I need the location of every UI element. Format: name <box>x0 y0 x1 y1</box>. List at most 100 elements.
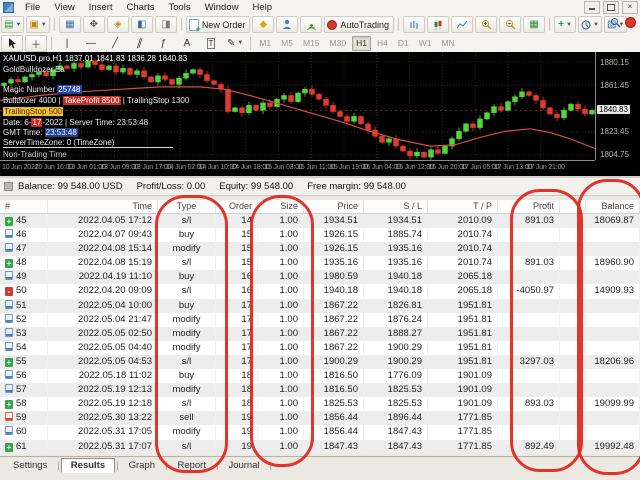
tile-windows-button[interactable]: ▦ <box>523 16 546 33</box>
search-icon[interactable] <box>610 17 621 28</box>
price-axis[interactable]: 1880.15 1861.45 1823.45 1804.75 1840.83 <box>595 52 640 160</box>
column-header-tp: T / P <box>428 200 498 213</box>
zoom-out-button[interactable] <box>499 16 522 33</box>
tab-journal[interactable]: Journal <box>219 459 268 472</box>
table-row[interactable]: 60 2022.05.31 17:05 modify 19 1.00 1856.44 184… <box>0 425 640 440</box>
table-row[interactable]: 53 2022.05.05 02:50 modify 17 1.00 1867.22 188… <box>0 326 640 341</box>
trendline-tool-button[interactable]: ╱ <box>104 35 126 52</box>
profit-cell <box>498 326 560 341</box>
timeframe-m1-button[interactable]: M1 <box>255 36 275 51</box>
table-row[interactable]: 47 2022.04.08 15:14 modify 15 1.00 1926.15 193… <box>0 242 640 257</box>
table-row[interactable]: +55 2022.05.05 04:53 s/l 17 1.00 1900.29 1900.… <box>0 354 640 370</box>
trade-doc-icon <box>5 271 13 281</box>
table-row[interactable]: 57 2022.05.19 12:13 modify 18 1.00 1816.50 182… <box>0 383 640 398</box>
time-cell: 2022.05.05 04:40 <box>48 340 158 355</box>
timeframe-mn-button[interactable]: MN <box>437 36 458 51</box>
timeframe-m15-button[interactable]: M15 <box>299 36 324 51</box>
table-row[interactable]: +61 2022.05.31 17:07 s/l 19 1.00 1847.43 1847.… <box>0 439 640 454</box>
type-cell: s/l <box>158 284 216 299</box>
order-cell: 18 <box>216 383 258 398</box>
indicators-button[interactable]: + ▼ <box>554 16 577 33</box>
metaeditor-icon: ◆ <box>259 18 268 30</box>
size-cell: 1.00 <box>258 369 304 384</box>
new-chart-button[interactable]: ▤ ▼ <box>1 16 25 33</box>
market-watch-button[interactable]: ▦ <box>58 16 81 33</box>
table-row[interactable]: 49 2022.04.19 11:10 buy 16 1.00 1980.59 1940.1… <box>0 270 640 285</box>
table-row[interactable]: 46 2022.04.07 09:43 buy 15 1.00 1926.15 1885.7… <box>0 228 640 243</box>
price-chart[interactable]: XAUUSD.pro,H1 1837.01 1841.83 1836.28 18… <box>0 52 640 177</box>
navigator-button[interactable]: ◈ <box>106 16 129 33</box>
menu-file[interactable]: File <box>18 2 47 13</box>
time-axis[interactable]: 10 Jun 2022 10 Jun 16:00 13 Jun 01:00 13 Ju… <box>0 160 595 177</box>
tab-results[interactable]: Results <box>60 457 116 473</box>
new-order-button[interactable]: New Order <box>185 16 251 34</box>
size-cell: 1.00 <box>258 214 304 229</box>
timeframe-m5-button[interactable]: M5 <box>277 36 297 51</box>
timeframe-h4-button[interactable]: H4 <box>373 36 392 51</box>
minimize-button[interactable] <box>584 1 600 14</box>
menu-window[interactable]: Window <box>198 2 246 13</box>
table-row[interactable]: +45 2022.04.05 17:12 s/l 14 1.00 1934.51 1934.… <box>0 214 640 229</box>
candlestick-mode-button[interactable] <box>427 16 450 33</box>
table-row[interactable]: 56 2022.05.18 11:02 buy 18 1.00 1816.50 1776.0… <box>0 369 640 384</box>
order-cell: 17 <box>216 312 258 327</box>
table-row[interactable]: 51 2022.05.04 10:00 buy 17 1.00 1867.22 1826.8… <box>0 298 640 313</box>
zoom-in-button[interactable] <box>475 16 498 33</box>
trendline-icon: ╱ <box>111 37 119 49</box>
sl-cell: 1935.16 <box>364 242 428 257</box>
vertical-line-tool-button[interactable]: | <box>56 35 78 52</box>
line-chart-mode-button[interactable] <box>451 16 474 33</box>
menu-view[interactable]: View <box>47 2 81 13</box>
restore-button[interactable] <box>603 1 619 14</box>
trade-number-cell: 51 <box>0 298 48 313</box>
timeframe-h1-button[interactable]: H1 <box>352 35 371 51</box>
cursor-tool-button[interactable] <box>1 34 23 52</box>
type-cell: modify <box>158 242 216 257</box>
strategy-tester-button[interactable]: ◨ <box>154 16 177 33</box>
table-row[interactable]: 59 2022.05.30 13:22 sell 19 1.00 1856.44 1896.… <box>0 411 640 426</box>
text-tool-button[interactable]: A <box>176 35 198 52</box>
notification-badge[interactable] <box>625 17 636 28</box>
tab-separator: | <box>215 460 219 471</box>
trade-profit-icon: + <box>5 259 13 269</box>
market-button[interactable] <box>276 16 299 33</box>
chevron-down-icon: ▼ <box>15 21 22 28</box>
signals-button[interactable] <box>300 16 323 33</box>
menu-help[interactable]: Help <box>245 2 279 13</box>
horizontal-line-tool-button[interactable]: — <box>80 35 102 52</box>
table-row[interactable]: 52 2022.05.04 21:47 modify 17 1.00 1867.22 187… <box>0 312 640 327</box>
order-cell: 19 <box>216 439 258 454</box>
tab-report[interactable]: Report <box>168 459 215 472</box>
trade-doc-icon <box>5 426 13 436</box>
menu-tools[interactable]: Tools <box>161 2 197 13</box>
tab-graph[interactable]: Graph <box>120 459 164 472</box>
metaeditor-button[interactable]: ◆ <box>252 16 275 33</box>
tester-tabs: Settings | Results | Graph | Report | Journal | <box>0 456 640 474</box>
table-row[interactable]: +48 2022.04.08 15:19 s/l 15 1.00 1935.16 1935.… <box>0 256 640 271</box>
profiles-button[interactable]: ▣ ▼ <box>26 16 50 33</box>
profit-cell <box>498 411 560 426</box>
terminal-button[interactable]: ◧ <box>130 16 153 33</box>
timeframe-d1-button[interactable]: D1 <box>394 36 413 51</box>
table-row[interactable]: -50 2022.04.20 09:09 s/l 16 1.00 1940.18 1940.… <box>0 284 640 299</box>
autotrading-button[interactable]: AutoTrading <box>324 16 395 33</box>
timeframe-m30-button[interactable]: M30 <box>326 36 351 51</box>
menu-charts[interactable]: Charts <box>120 2 162 13</box>
table-row[interactable]: +58 2022.05.19 12:18 s/l 18 1.00 1825.53 1825.… <box>0 397 640 412</box>
table-row[interactable]: 54 2022.05.05 04:40 modify 17 1.00 1867.22 190… <box>0 340 640 355</box>
channel-tool-button[interactable]: ∥ <box>128 35 150 52</box>
fibonacci-tool-button[interactable]: ƒ <box>152 35 174 52</box>
price-cell: 1980.59 <box>304 270 364 285</box>
bar-chart-mode-button[interactable] <box>403 16 426 33</box>
close-button[interactable]: × <box>622 1 638 14</box>
arrows-tool-button[interactable]: ✎ ▼ <box>224 35 246 52</box>
menu-insert[interactable]: Insert <box>82 2 120 13</box>
periods-button[interactable]: ▼ <box>578 16 602 33</box>
crosshair-tool-button[interactable]: ＋ <box>25 34 47 52</box>
data-window-button[interactable]: ✥ <box>82 16 105 33</box>
table-header-row: # Time Type Order Size Price S / LT / P Profit B… <box>0 200 640 214</box>
timeframe-w1-button[interactable]: W1 <box>415 36 436 51</box>
text-label-tool-button[interactable]: T <box>200 35 222 52</box>
tab-settings[interactable]: Settings <box>4 459 56 472</box>
trade-number-cell: 60 <box>0 425 48 440</box>
